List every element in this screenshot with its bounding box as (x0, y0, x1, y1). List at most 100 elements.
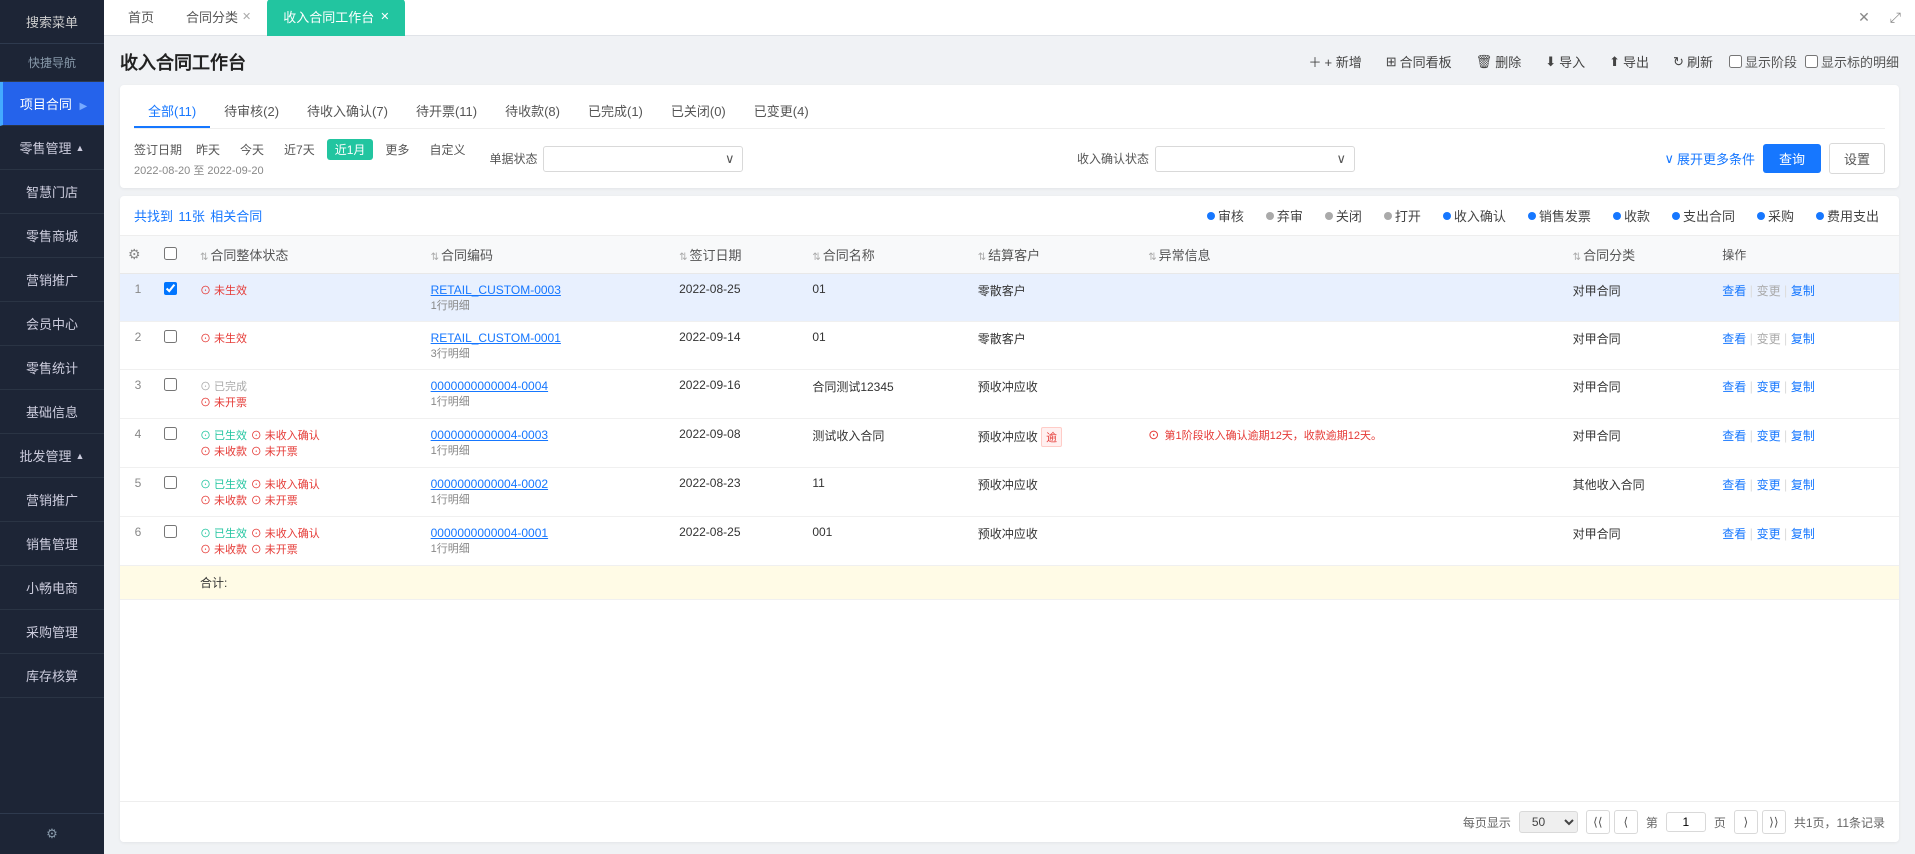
show-stage-checkbox[interactable]: 显示阶段 (1729, 52, 1797, 71)
sidebar-item-mktg2[interactable]: 营销推广 (0, 478, 104, 522)
copy-link[interactable]: 复制 (1791, 332, 1815, 346)
row-checkbox[interactable] (156, 322, 192, 370)
edit-link[interactable]: 变更 (1757, 429, 1781, 443)
sidebar-item-online[interactable]: 零售商城 (0, 214, 104, 258)
window-close-btn[interactable]: ✕ (1852, 7, 1876, 28)
select-all-checkbox[interactable] (164, 247, 177, 260)
view-link[interactable]: 查看 (1722, 380, 1746, 394)
tab-contracts[interactable]: 合同分类 ✕ (170, 0, 267, 36)
sidebar-item-marketing[interactable]: 营销推广 (0, 258, 104, 302)
action-close[interactable]: 关闭 (1319, 204, 1368, 227)
sidebar-item-sales[interactable]: 销售管理 (0, 522, 104, 566)
window-maximize-btn[interactable]: ⤢ (1884, 7, 1907, 28)
contract-link[interactable]: RETAIL_CUSTOM-0003 (431, 283, 561, 297)
sidebar-item-stats[interactable]: 零售统计 (0, 346, 104, 390)
tab-home[interactable]: 首页 (112, 0, 170, 36)
edit-link[interactable]: 变更 (1757, 527, 1781, 541)
next-page-btn[interactable]: ⟩ (1734, 810, 1758, 834)
date-opt-custom[interactable]: 自定义 (421, 139, 473, 160)
action-collect[interactable]: 收款 (1607, 204, 1656, 227)
date-opt-more[interactable]: 更多 (377, 139, 417, 160)
prev-page-btn[interactable]: ⟨ (1614, 810, 1638, 834)
row-checkbox[interactable] (156, 419, 192, 468)
first-page-btn[interactable]: ⟨⟨ (1586, 810, 1610, 834)
add-button[interactable]: ＋ + 新增 (1301, 48, 1370, 75)
contract-link[interactable]: 0000000000004-0002 (431, 477, 548, 491)
copy-link[interactable]: 复制 (1791, 284, 1815, 298)
view-link[interactable]: 查看 (1722, 284, 1746, 298)
date-opt-today[interactable]: 今天 (232, 139, 272, 160)
view-link[interactable]: 查看 (1722, 478, 1746, 492)
edit-link[interactable]: 变更 (1757, 380, 1781, 394)
filter-tab-pending-confirm[interactable]: 待收入确认(7) (293, 95, 402, 128)
copy-link[interactable]: 复制 (1791, 380, 1815, 394)
table-scroll[interactable]: ⚙ 合同整体状态 合同编码 签 (120, 236, 1899, 801)
search-button[interactable]: 查询 (1763, 144, 1821, 173)
sidebar-settings[interactable]: ⚙ (0, 813, 104, 854)
page-input[interactable] (1666, 812, 1706, 832)
action-expense-contract[interactable]: 支出合同 (1666, 204, 1741, 227)
filter-tab-pending-payment[interactable]: 待收款(8) (491, 95, 574, 128)
tab-active-close[interactable]: ✕ (380, 10, 389, 23)
action-abandon[interactable]: 弃审 (1260, 204, 1309, 227)
action-audit[interactable]: 审核 (1201, 204, 1250, 227)
filter-tab-closed[interactable]: 已关闭(0) (657, 95, 740, 128)
date-opt-yesterday[interactable]: 昨天 (188, 139, 228, 160)
doc-status-select[interactable]: ∨ (543, 146, 743, 172)
sidebar-item-retail[interactable]: 零售管理 (0, 126, 104, 170)
page-size-select[interactable]: 50 100 200 (1519, 811, 1578, 833)
settings-button[interactable]: 设置 (1829, 143, 1885, 174)
contract-link[interactable]: RETAIL_CUSTOM-0001 (431, 331, 561, 345)
filter-tab-pending-audit[interactable]: 待审核(2) (210, 95, 293, 128)
last-page-btn[interactable]: ⟩⟩ (1762, 810, 1786, 834)
col-settings[interactable]: ⚙ (120, 236, 156, 274)
row-checkbox[interactable] (156, 370, 192, 419)
row-checkbox[interactable] (156, 274, 192, 322)
export-button[interactable]: ⬆ 导出 (1601, 48, 1657, 75)
view-link[interactable]: 查看 (1722, 429, 1746, 443)
filter-tab-pending-invoice[interactable]: 待开票(11) (402, 95, 491, 128)
contract-link[interactable]: 0000000000004-0004 (431, 379, 548, 393)
row-checkbox[interactable] (156, 468, 192, 517)
sidebar-item-project[interactable]: 项目合同 ▶ (0, 82, 104, 126)
filter-tab-all[interactable]: 全部(11) (134, 95, 210, 128)
filter-tab-changed[interactable]: 已变更(4) (740, 95, 823, 128)
sidebar-item-smartstore[interactable]: 智慧门店 (0, 170, 104, 214)
delete-button[interactable]: 🗑 删除 (1468, 48, 1530, 75)
action-sales-invoice[interactable]: 销售发票 (1522, 204, 1597, 227)
edit-link[interactable]: 变更 (1757, 332, 1781, 346)
view-link[interactable]: 查看 (1722, 527, 1746, 541)
edit-link[interactable]: 变更 (1757, 284, 1781, 298)
date-opt-7days[interactable]: 近7天 (276, 139, 323, 160)
import-button[interactable]: ⬇ 导入 (1537, 48, 1593, 75)
kanban-button[interactable]: ⊞ 合同看板 (1378, 48, 1460, 75)
sidebar-item-basic[interactable]: 基础信息 (0, 390, 104, 434)
sidebar-search[interactable]: 搜索菜单 (0, 0, 104, 44)
copy-link[interactable]: 复制 (1791, 429, 1815, 443)
action-income-confirm[interactable]: 收入确认 (1437, 204, 1512, 227)
edit-link[interactable]: 变更 (1757, 478, 1781, 492)
filter-tab-completed[interactable]: 已完成(1) (574, 95, 657, 128)
action-open[interactable]: 打开 (1378, 204, 1427, 227)
col-checkbox[interactable] (156, 236, 192, 274)
sidebar-item-purchase[interactable]: 采购管理 (0, 610, 104, 654)
sidebar-item-member[interactable]: 会员中心 (0, 302, 104, 346)
sidebar-item-wholesale[interactable]: 批发管理 (0, 434, 104, 478)
date-opt-1month[interactable]: 近1月 (327, 139, 374, 160)
copy-link[interactable]: 复制 (1791, 478, 1815, 492)
tab-income-contracts[interactable]: 收入合同工作台 ✕ (267, 0, 405, 36)
action-purchase[interactable]: 采购 (1751, 204, 1800, 227)
expand-more-btn[interactable]: ∨ 展开更多条件 (1664, 149, 1755, 168)
action-expense-out[interactable]: 费用支出 (1810, 204, 1885, 227)
sidebar-item-xiaochang[interactable]: 小畅电商 (0, 566, 104, 610)
contract-link[interactable]: 0000000000004-0001 (431, 526, 548, 540)
income-confirm-select[interactable]: ∨ (1155, 146, 1355, 172)
contract-link[interactable]: 0000000000004-0003 (431, 428, 548, 442)
settings-icon[interactable]: ⚙ (128, 246, 141, 262)
show-detail-checkbox[interactable]: 显示标的明细 (1805, 52, 1899, 71)
copy-link[interactable]: 复制 (1791, 527, 1815, 541)
view-link[interactable]: 查看 (1722, 332, 1746, 346)
show-stage-input[interactable] (1729, 55, 1742, 68)
refresh-button[interactable]: ↻ 刷新 (1665, 48, 1721, 75)
tab-contracts-close[interactable]: ✕ (242, 10, 251, 23)
